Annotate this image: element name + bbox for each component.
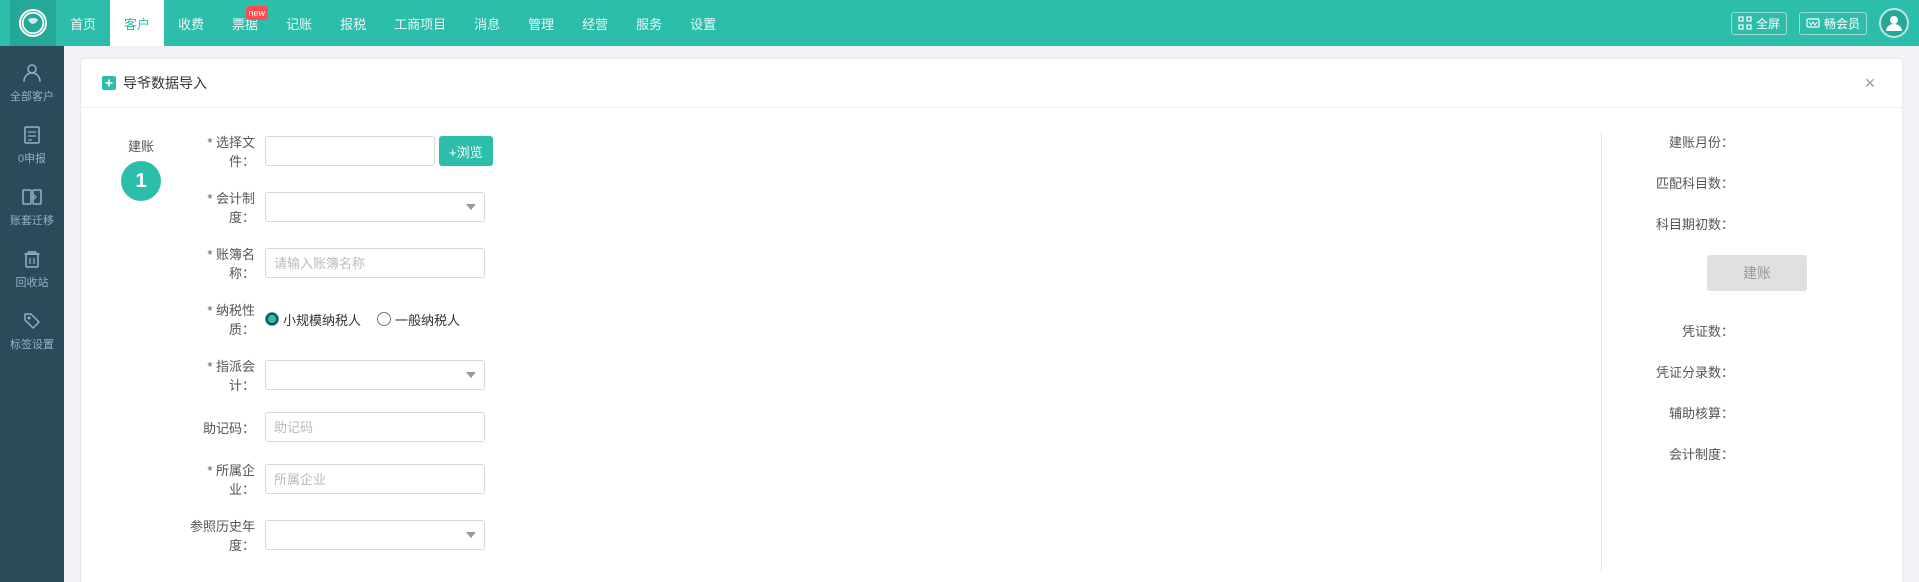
tag-icon (21, 310, 43, 332)
tax-option-general[interactable]: 一般纳税人 (377, 310, 460, 329)
nav-item-ticket[interactable]: 票据 new (218, 0, 272, 46)
import-panel: 导爷数据导入 × 建账 1 (80, 58, 1903, 582)
info-accounting2: 会计制度： (1652, 444, 1862, 463)
voucher-label: 凭证数： (1652, 321, 1742, 340)
top-navigation: 首页 客户 收费 票据 new 记账 报税 工商项目 消息 管理 经营 服务 设… (0, 0, 1919, 46)
main-layout: 全部客户 0申报 账套迁移 (0, 46, 1919, 582)
nav-item-customer[interactable]: 客户 (110, 0, 164, 46)
nav-item-message[interactable]: 消息 (460, 0, 514, 46)
file-input-group: * 选择文件： +浏览 (185, 132, 1581, 170)
tax-radio-group: 小规模纳税人 一般纳税人 (265, 310, 460, 329)
import-icon (101, 75, 117, 91)
aux-label: 辅助核算： (1652, 403, 1742, 422)
nav-item-business[interactable]: 工商项目 (380, 0, 460, 46)
ledger-label: * 账簿名称： (185, 244, 265, 282)
fullscreen-icon (1738, 16, 1752, 30)
month-label: 建账月份： (1652, 132, 1742, 151)
accounting-label: * 会计制度： (185, 188, 265, 226)
nav-item-manage[interactable]: 管理 (514, 0, 568, 46)
nav-right-area: 全屏 畅会员 (1731, 8, 1909, 38)
migrate-icon (21, 186, 43, 208)
match-label: 匹配科目数： (1652, 173, 1742, 192)
memo-label: 助记码： (185, 418, 265, 437)
assign-label: * 指派会计： (185, 356, 265, 394)
memo-group: 助记码： (185, 412, 1581, 442)
tax-radio-small[interactable] (265, 312, 279, 326)
vip-button[interactable]: 畅会员 (1799, 12, 1867, 35)
sidebar-item-migrate[interactable]: 账套迁移 (0, 178, 64, 236)
accounting-select[interactable] (265, 192, 485, 222)
assign-select[interactable] (265, 360, 485, 390)
file-input-wrapper: +浏览 (265, 136, 493, 166)
sidebar: 全部客户 0申报 账套迁移 (0, 46, 64, 582)
build-button-container: 建账 (1652, 255, 1862, 291)
panel-close-button[interactable]: × (1858, 71, 1882, 95)
nav-item-settings[interactable]: 设置 (676, 0, 730, 46)
new-badge: new (246, 6, 269, 20)
company-group: * 所属企业： (185, 460, 1581, 498)
ledger-group: * 账簿名称： (185, 244, 1581, 282)
user-icon (21, 62, 43, 84)
info-voucher: 凭证数： (1652, 321, 1862, 340)
form-area: * 选择文件： +浏览 * 会计制度： (185, 132, 1581, 572)
file-label: * 选择文件： (185, 132, 265, 170)
memo-input[interactable] (265, 412, 485, 442)
fullscreen-button[interactable]: 全屏 (1731, 12, 1787, 35)
nav-item-tax[interactable]: 报税 (326, 0, 380, 46)
step-circle: 1 (121, 161, 161, 201)
app-logo (10, 0, 56, 46)
step-label: 建账 (128, 136, 154, 155)
panel-header: 导爷数据导入 × (81, 59, 1902, 108)
info-initial: 科目期初数： (1652, 214, 1862, 233)
nav-item-home[interactable]: 首页 (56, 0, 110, 46)
info-voucher-entries: 凭证分录数： (1652, 362, 1862, 381)
info-aux: 辅助核算： (1652, 403, 1862, 422)
build-button[interactable]: 建账 (1707, 255, 1807, 291)
history-label: 参照历史年度： (185, 516, 265, 554)
section-divider (1601, 132, 1602, 572)
info-match: 匹配科目数： (1652, 173, 1862, 192)
tax-group: * 纳税性质： 小规模纳税人 一般纳税人 (185, 300, 1581, 338)
history-group: 参照历史年度： (185, 516, 1581, 554)
tax-radio-general[interactable] (377, 312, 391, 326)
sidebar-item-trash[interactable]: 回收站 (0, 240, 64, 298)
info-month: 建账月份： (1652, 132, 1862, 151)
initial-label: 科目期初数： (1652, 214, 1742, 233)
accounting-group: * 会计制度： (185, 188, 1581, 226)
logo-icon (19, 9, 47, 37)
panel-body: 建账 1 * 选择文件： +浏览 (81, 108, 1902, 582)
voucher-entries-label: 凭证分录数： (1652, 362, 1742, 381)
sidebar-item-all-customers[interactable]: 全部客户 (0, 54, 64, 112)
info-area: 建账月份： 匹配科目数： 科目期初数： 建账 (1622, 132, 1862, 572)
accounting2-label: 会计制度： (1652, 444, 1742, 463)
nav-item-billing[interactable]: 收费 (164, 0, 218, 46)
vip-icon (1806, 16, 1820, 30)
step-indicator: 建账 1 (121, 132, 185, 572)
browse-button[interactable]: +浏览 (439, 136, 493, 166)
sidebar-item-tag[interactable]: 标签设置 (0, 302, 64, 360)
sidebar-item-declare[interactable]: 0申报 (0, 116, 64, 174)
panel-title: 导爷数据导入 (101, 73, 207, 93)
user-avatar[interactable] (1879, 8, 1909, 38)
file-input[interactable] (265, 136, 435, 166)
nav-item-operation[interactable]: 经营 (568, 0, 622, 46)
company-input[interactable] (265, 464, 485, 494)
declare-icon (21, 124, 43, 146)
tax-label: * 纳税性质： (185, 300, 265, 338)
trash-icon (21, 248, 43, 270)
history-select[interactable] (265, 520, 485, 550)
main-content: 导爷数据导入 × 建账 1 (64, 46, 1919, 582)
company-label: * 所属企业： (185, 460, 265, 498)
assign-group: * 指派会计： (185, 356, 1581, 394)
tax-option-small[interactable]: 小规模纳税人 (265, 310, 361, 329)
nav-item-service[interactable]: 服务 (622, 0, 676, 46)
nav-menu: 首页 客户 收费 票据 new 记账 报税 工商项目 消息 管理 经营 服务 设… (56, 0, 1731, 46)
ledger-input[interactable] (265, 248, 485, 278)
avatar-icon (1885, 14, 1903, 32)
nav-item-bookkeeping[interactable]: 记账 (272, 0, 326, 46)
